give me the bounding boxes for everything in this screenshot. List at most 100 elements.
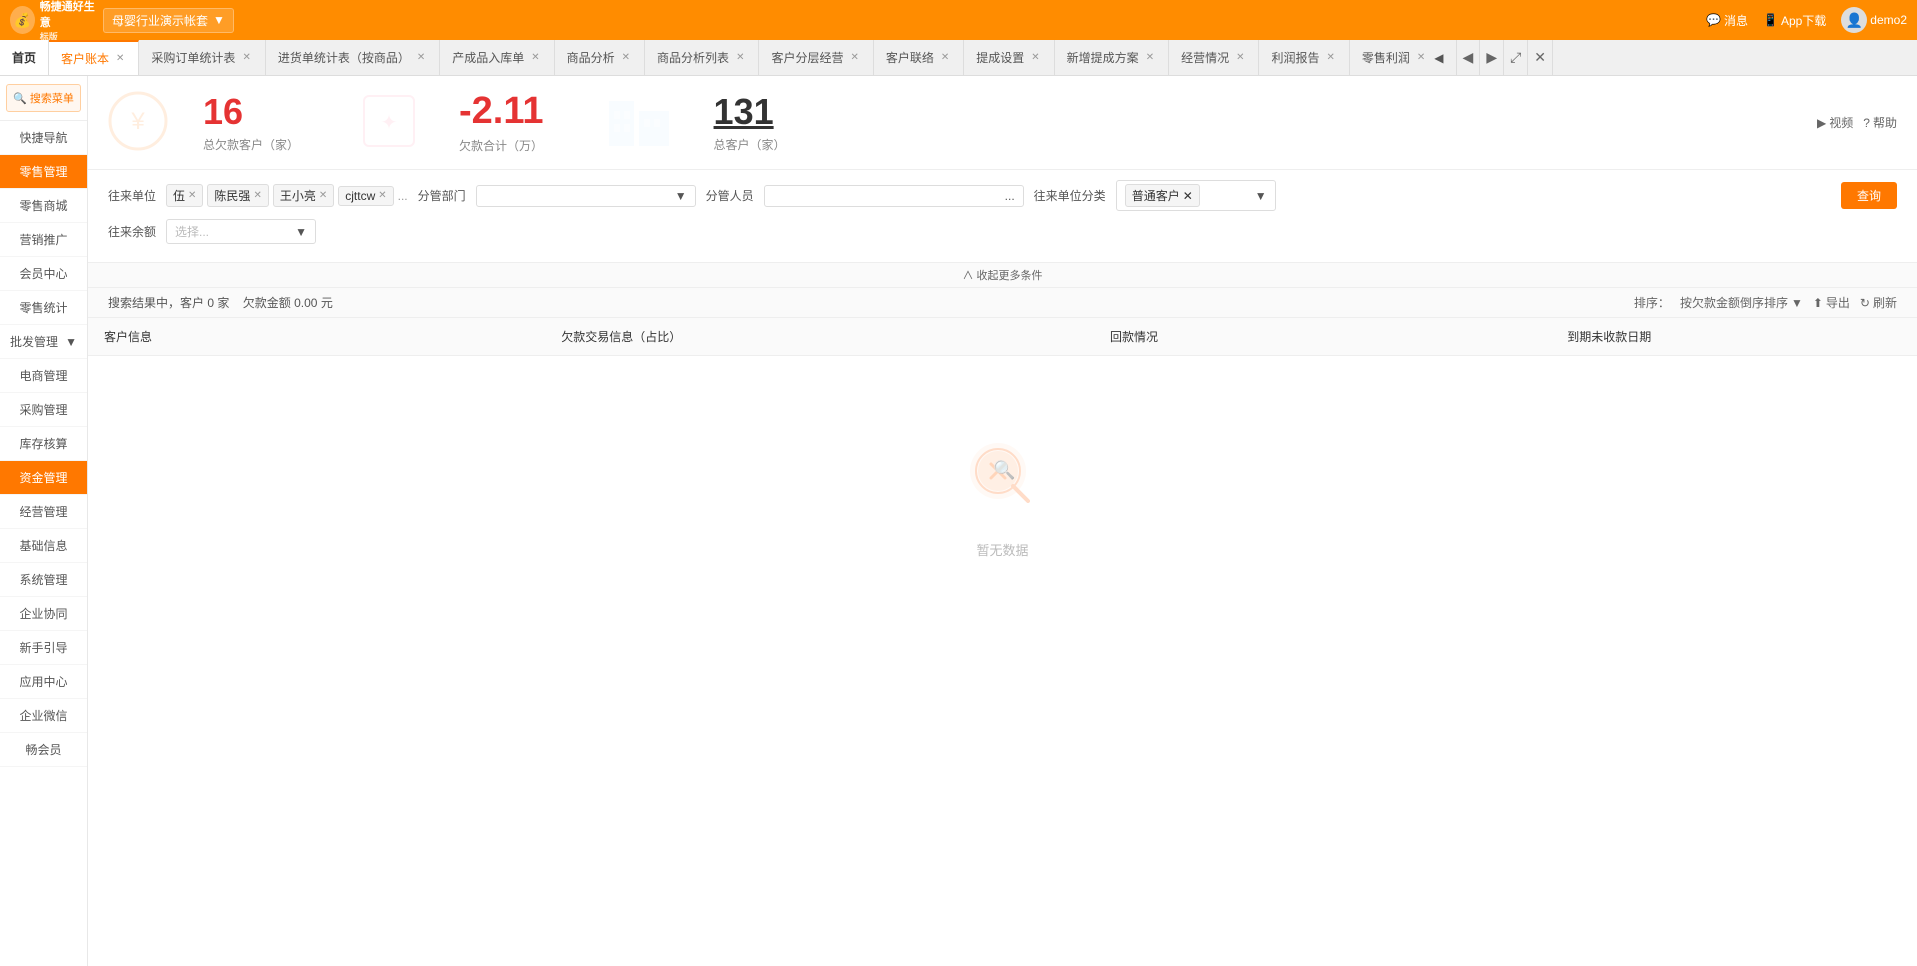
tab-close-icon[interactable]: ✕	[529, 51, 541, 64]
sidebar-item-retail-mall[interactable]: 零售商城	[0, 189, 87, 223]
main-layout: 🔍 搜索菜单 快捷导航 零售管理 零售商城 营销推广 会员中心 零售统计 批发管…	[0, 76, 1917, 966]
svg-text:¥: ¥	[130, 108, 145, 135]
tab-customer-tier[interactable]: 客户分层经营 ✕	[759, 40, 873, 76]
sidebar-item-system-mgmt[interactable]: 系统管理	[0, 563, 87, 597]
remove-tag-wang[interactable]: ✕	[319, 190, 327, 201]
app-download-btn[interactable]: 📱 App下载	[1763, 12, 1826, 29]
debt-customers-label: 总欠款客户（家）	[203, 136, 299, 153]
tab-retail-profit[interactable]: 零售利润 ✕ ◀	[1350, 40, 1457, 76]
tab-promotion-settings[interactable]: 提成设置 ✕	[964, 40, 1054, 76]
export-icon: ⬆	[1813, 296, 1823, 310]
tab-close-icon[interactable]: ✕	[1325, 51, 1337, 64]
balance-select[interactable]: 选择... ▼	[166, 219, 316, 244]
messages-btn[interactable]: 💬 消息	[1706, 12, 1748, 29]
tab-customer-account[interactable]: 客户账本 ✕	[49, 40, 139, 76]
collapse-bar[interactable]: ∧ 收起更多条件	[88, 263, 1917, 288]
remove-tag-wu[interactable]: ✕	[188, 190, 196, 201]
tab-close-icon[interactable]: ✕	[1144, 51, 1156, 64]
tab-close-icon[interactable]: ✕	[240, 51, 252, 64]
chevron-down-icon: ▼	[213, 13, 225, 27]
sidebar-item-quick-nav[interactable]: 快捷导航	[0, 121, 87, 155]
filter-more-units[interactable]: ...	[398, 189, 408, 203]
remove-tag-chen[interactable]: ✕	[253, 190, 261, 201]
tab-product-analysis[interactable]: 商品分析 ✕	[555, 40, 645, 76]
tab-close-icon[interactable]: ✕	[1415, 51, 1427, 64]
tab-home[interactable]: 首页	[0, 40, 49, 76]
chevron-icon: ▼	[65, 335, 77, 349]
tab-close-icon[interactable]: ✕	[939, 51, 951, 64]
search-btn[interactable]: 查询	[1841, 182, 1897, 209]
sidebar-item-enterprise-collab[interactable]: 企业协同	[0, 597, 87, 631]
search-menu-btn[interactable]: 🔍 搜索菜单	[6, 84, 81, 112]
stat-block-debt-total: -2.11 欠款合计（万）	[439, 91, 584, 154]
download-icon: 📱	[1763, 13, 1778, 27]
sidebar-item-app-center[interactable]: 应用中心	[0, 665, 87, 699]
sidebar-item-operations-mgmt[interactable]: 经营管理	[0, 495, 87, 529]
video-btn[interactable]: ▶ 视频	[1817, 114, 1853, 131]
sidebar-item-member-center[interactable]: 会员中心	[0, 257, 87, 291]
tab-product-analysis-list-label: 商品分析列表	[657, 49, 729, 66]
tab-close-icon[interactable]: ✕	[415, 51, 427, 64]
tab-close-icon[interactable]: ✕	[848, 51, 860, 64]
empty-row: 🔍 暂无数据	[88, 356, 1917, 640]
tab-close-icon[interactable]: ✕	[1234, 51, 1246, 64]
unit-class-select[interactable]: 普通客户 ✕ ▼	[1116, 180, 1276, 211]
tab-profit-label: 利润报告	[1271, 49, 1319, 66]
sidebar-item-retail-mgmt[interactable]: 零售管理	[0, 155, 87, 189]
results-count: 0	[207, 296, 214, 310]
workspace-selector[interactable]: 母婴行业演示帐套 ▼	[103, 8, 234, 33]
filter-tag-wang[interactable]: 王小亮 ✕	[273, 184, 334, 207]
filter-tag-cjttcw[interactable]: cjttcw ✕	[338, 186, 393, 206]
stats-mid-decoration: ✦	[359, 91, 419, 154]
message-icon: 💬	[1706, 13, 1721, 27]
tab-product-analysis-list[interactable]: 商品分析列表 ✕	[645, 40, 759, 76]
sidebar-item-finance-mgmt[interactable]: 资金管理	[0, 461, 87, 495]
tab-new-promotion[interactable]: 新增提成方案 ✕	[1055, 40, 1169, 76]
tab-maximize[interactable]: ⤢	[1504, 40, 1528, 76]
tab-nav-next[interactable]: ▶	[1480, 40, 1504, 76]
sidebar-item-wholesale-mgmt[interactable]: 批发管理 ▼	[0, 325, 87, 359]
remove-tag-cjttcw[interactable]: ✕	[378, 190, 386, 201]
sidebar-item-purchase-mgmt[interactable]: 采购管理	[0, 393, 87, 427]
stats-right-decoration	[604, 91, 674, 154]
sidebar-item-marketing[interactable]: 营销推广	[0, 223, 87, 257]
tab-close-icon[interactable]: ✕	[114, 52, 126, 65]
unit-class-filter-label: 往来单位分类	[1034, 187, 1106, 204]
sidebar-item-inventory-check[interactable]: 库存核算	[0, 427, 87, 461]
filter-tag-wu[interactable]: 伍 ✕	[166, 184, 203, 207]
total-customers-label: 总客户（家）	[714, 136, 786, 153]
sidebar-item-ecommerce-mgmt[interactable]: 电商管理	[0, 359, 87, 393]
manager-more-icon[interactable]: ...	[1005, 189, 1015, 203]
sidebar-item-enterprise-wechat[interactable]: 企业微信	[0, 699, 87, 733]
tab-production[interactable]: 产成品入库单 ✕	[440, 40, 554, 76]
sidebar-item-retail-stats[interactable]: 零售统计	[0, 291, 87, 325]
tab-stock-stats[interactable]: 进货单统计表（按商品） ✕	[266, 40, 440, 76]
help-btn[interactable]: ? 帮助	[1863, 114, 1897, 131]
col-repayment: 回款情况	[1094, 318, 1551, 356]
remove-class-tag[interactable]: ✕	[1183, 189, 1193, 203]
export-btn[interactable]: ⬆ 导出	[1813, 294, 1850, 311]
tab-nav-prev[interactable]: ◀	[1457, 40, 1481, 76]
manager-input[interactable]: ...	[764, 185, 1024, 207]
tab-close-all[interactable]: ✕	[1528, 40, 1553, 76]
dept-select[interactable]: ▼	[476, 185, 696, 207]
tab-customer-contact[interactable]: 客户联络 ✕	[874, 40, 964, 76]
sidebar-item-basic-info[interactable]: 基础信息	[0, 529, 87, 563]
tab-operations[interactable]: 经营情况 ✕	[1169, 40, 1259, 76]
sidebar-item-vip-member[interactable]: 畅会员	[0, 733, 87, 767]
sort-dropdown[interactable]: 按欠款金额倒序排序 ▼	[1680, 294, 1803, 311]
manager-filter-label: 分管人员	[706, 187, 754, 204]
avatar: 👤	[1841, 7, 1867, 33]
refresh-btn[interactable]: ↻ 刷新	[1860, 294, 1897, 311]
tab-profit-report[interactable]: 利润报告 ✕	[1259, 40, 1349, 76]
tab-close-icon[interactable]: ✕	[1029, 51, 1041, 64]
filter-bar: 往来单位 伍 ✕ 陈民强 ✕ 王小亮 ✕ cjttcw	[88, 170, 1917, 263]
tab-close-icon[interactable]: ✕	[620, 51, 632, 64]
user-profile[interactable]: 👤 demo2	[1841, 7, 1907, 33]
tab-new-promotion-label: 新增提成方案	[1067, 49, 1139, 66]
tab-close-icon[interactable]: ✕	[734, 51, 746, 64]
filter-tag-chen[interactable]: 陈民强 ✕	[207, 184, 268, 207]
workspace-label: 母婴行业演示帐套	[112, 12, 208, 29]
sidebar-item-new-guide[interactable]: 新手引导	[0, 631, 87, 665]
tab-purchase-order-stats[interactable]: 采购订单统计表 ✕	[139, 40, 265, 76]
